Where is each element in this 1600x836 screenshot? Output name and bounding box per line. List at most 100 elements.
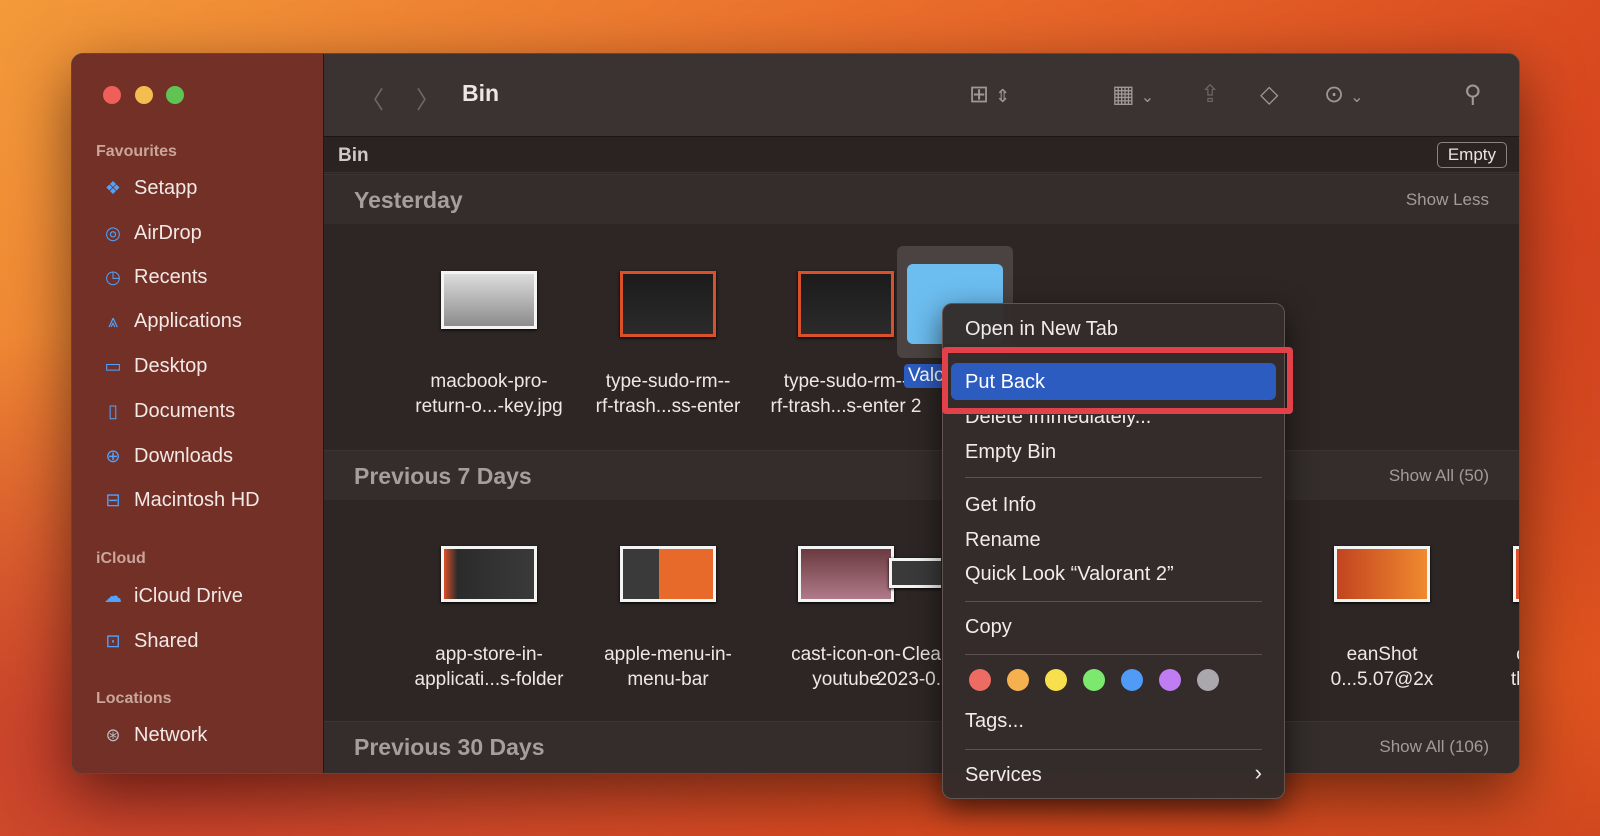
file-thumbnail [620, 271, 716, 337]
sidebar-item-icloud-drive[interactable]: ☁ iCloud Drive [102, 581, 243, 611]
more-icon[interactable]: ⊙ ⌄ [1324, 80, 1364, 109]
airdrop-icon: ◎ [105, 222, 121, 243]
label: Recents [134, 265, 208, 288]
menu-services[interactable]: Services [965, 762, 1042, 788]
menu-separator [965, 477, 1262, 478]
menu-copy[interactable]: Copy [965, 614, 1012, 640]
tag-purple[interactable] [1159, 669, 1181, 691]
sidebar-item-setapp[interactable]: ❖ Setapp [102, 173, 197, 203]
tag-yellow[interactable] [1045, 669, 1067, 691]
download-icon: ⊕ [105, 445, 121, 466]
sidebar-item-airdrop[interactable]: ◎ AirDrop [102, 218, 202, 248]
sidebar-item-desktop[interactable]: ▭ Desktop [102, 351, 207, 381]
sidebar-item-macintosh-hd[interactable]: ⊟ Macintosh HD [102, 485, 259, 515]
label: Documents [134, 399, 236, 422]
file-name: rf-trash...s-enter 2 [770, 396, 922, 417]
cloud-icon: ☁ [104, 585, 122, 606]
file-thumbnail [1334, 546, 1430, 602]
label: Downloads [134, 444, 233, 467]
group-icon[interactable]: ▦ ⌄ [1112, 80, 1154, 109]
file-item[interactable]: click-copy-the-context- [1476, 546, 1519, 692]
yesterday-grid: macbook-pro-return-o...-key.jpg type-sud… [324, 224, 1519, 450]
sidebar-item-applications[interactable]: ⩓ Applications [102, 306, 242, 336]
file-name: click-copy- [1476, 642, 1519, 667]
menu-separator [965, 654, 1262, 655]
toolbar: 〈 〉 Bin ⊞ ⇕ ▦ ⌄ ⇪ ◇ ⊙ ⌄ ⚲ [324, 54, 1519, 137]
show-all-button[interactable]: Show All (106) [1379, 737, 1489, 757]
share-icon[interactable]: ⇪ [1200, 80, 1220, 109]
search-icon[interactable]: ⚲ [1464, 80, 1482, 109]
show-all-button[interactable]: Show All (50) [1389, 466, 1489, 486]
file-name: macbook-pro- [430, 371, 548, 392]
close-button[interactable] [103, 86, 121, 104]
file-name: type-sudo-rm-- [605, 371, 731, 392]
label: Shared [134, 629, 199, 652]
label: Desktop [134, 354, 208, 377]
label: AirDrop [134, 221, 202, 244]
file-name: eanShot [1346, 644, 1418, 665]
file-name: 2023-0. [876, 669, 941, 690]
sidebar-item-documents[interactable]: ▯ Documents [102, 396, 235, 426]
section-icloud: iCloud [96, 550, 146, 567]
back-button[interactable]: 〈 [360, 80, 384, 115]
desktop-icon: ▭ [104, 355, 122, 376]
menu-rename[interactable]: Rename [965, 527, 1041, 553]
tag-red[interactable] [969, 669, 991, 691]
menu-quick-look[interactable]: Quick Look “Valorant 2” [965, 561, 1174, 587]
section-title: Previous 30 Days [354, 734, 545, 760]
window-title: Bin [462, 80, 500, 106]
file-name: Clea [901, 644, 941, 665]
show-less-button[interactable]: Show Less [1406, 190, 1489, 210]
file-item[interactable]: macbook-pro-return-o...-key.jpg [404, 271, 574, 419]
section-title: Yesterday [354, 187, 463, 213]
section-previous-30-days: Previous 30 Days Show All (106) [324, 721, 1519, 773]
file-item[interactable]: apple-menu-in-menu-bar [583, 546, 753, 692]
file-item[interactable]: eanShot 0...5.07@2x [1297, 546, 1467, 692]
tag-green[interactable] [1083, 669, 1105, 691]
section-locations: Locations [96, 690, 172, 707]
minimize-button[interactable] [135, 86, 153, 104]
empty-bin-button[interactable]: Empty [1436, 142, 1507, 168]
shared-folder-icon: ⊡ [105, 630, 121, 651]
menu-tags[interactable]: Tags... [965, 708, 1024, 734]
clock-icon: ◷ [105, 266, 121, 287]
sidebar-item-network[interactable]: ⊛ Network [102, 720, 207, 750]
file-thumbnail [1513, 546, 1519, 602]
sidebar-item-recents[interactable]: ◷ Recents [102, 262, 207, 292]
section-favourites: Favourites [96, 143, 177, 160]
tag-orange[interactable] [1007, 669, 1029, 691]
previous-7-days-grid: app-store-in-applicati...s-folder apple-… [324, 500, 1519, 721]
file-thumbnail [441, 546, 537, 602]
file-item[interactable]: app-store-in-applicati...s-folder [404, 546, 574, 692]
file-name: 0...5.07@2x [1330, 669, 1434, 690]
file-name: apple-menu-in- [604, 644, 732, 665]
forward-button[interactable]: 〉 [416, 80, 440, 115]
tag-icon[interactable]: ◇ [1260, 80, 1278, 109]
menu-separator [965, 749, 1262, 750]
path-label: Bin [338, 145, 369, 166]
sidebar-item-downloads[interactable]: ⊕ Downloads [102, 441, 233, 471]
view-grid-icon[interactable]: ⊞ ⇕ [969, 80, 1010, 109]
section-previous-7-days: Previous 7 Days Show All (50) [324, 450, 1519, 500]
tag-blue[interactable] [1121, 669, 1143, 691]
tag-gray[interactable] [1197, 669, 1219, 691]
menu-empty-bin[interactable]: Empty Bin [965, 439, 1056, 465]
menu-open-in-new-tab[interactable]: Open in New Tab [965, 316, 1118, 342]
menu-get-info[interactable]: Get Info [965, 492, 1036, 518]
section-yesterday: Yesterday Show Less [324, 174, 1519, 224]
chevron-right-icon: › [1254, 760, 1262, 785]
annotation-highlight-box [942, 347, 1293, 414]
file-item[interactable]: Clea 2023-0. [861, 546, 941, 692]
selected-file-name[interactable]: Valorant 2 [904, 364, 942, 388]
file-name: rf-trash...ss-enter [595, 396, 741, 417]
file-name: return-o...-key.jpg [415, 396, 563, 417]
zoom-button[interactable] [166, 86, 184, 104]
file-thumbnail [620, 546, 716, 602]
globe-icon: ⊛ [105, 724, 121, 745]
file-item[interactable]: type-sudo-rm-- rf-trash...ss-enter [583, 271, 753, 419]
sidebar-item-shared[interactable]: ⊡ Shared [102, 626, 199, 656]
setapp-icon: ❖ [104, 177, 122, 198]
sidebar: Favourites ❖ Setapp ◎ AirDrop ◷ Recents ⩓ Ap… [72, 54, 324, 773]
applications-icon: ⩓ [107, 310, 119, 331]
file-name: the-context- [1510, 669, 1519, 690]
